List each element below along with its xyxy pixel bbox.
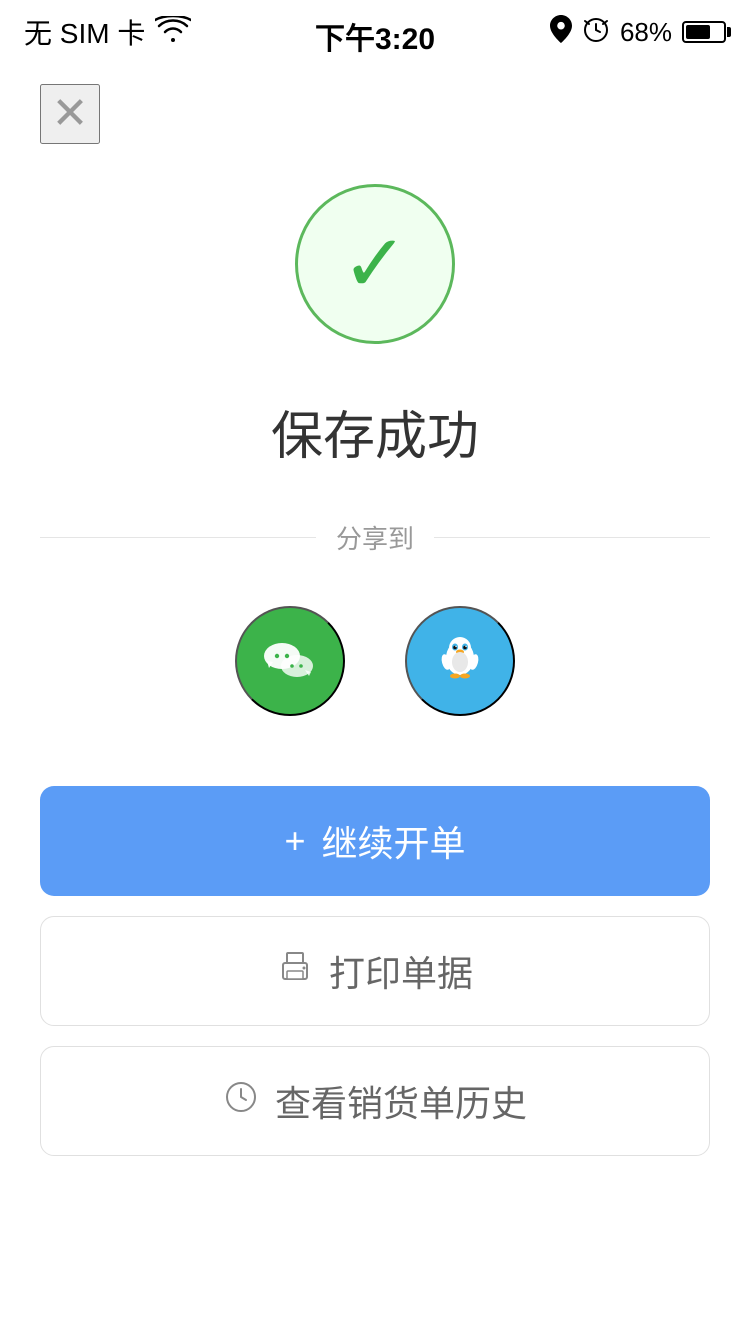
main-content: ✕ ✓ 保存成功 分享到 (0, 64, 750, 1196)
checkmark-icon: ✓ (341, 224, 408, 304)
plus-icon: + (284, 820, 305, 862)
status-bar: 无 SIM 卡 下午3:20 68% (0, 0, 750, 64)
alarm-icon (582, 15, 610, 50)
print-button[interactable]: 打印单据 (40, 916, 710, 1026)
share-divider: 分享到 (40, 519, 710, 556)
status-left: 无 SIM 卡 (24, 12, 191, 52)
continue-order-button[interactable]: + 继续开单 (40, 786, 710, 896)
success-icon-circle: ✓ (295, 184, 455, 344)
carrier-text: 无 SIM 卡 (24, 12, 145, 52)
battery-icon (682, 21, 726, 43)
status-right: 68% (550, 15, 726, 50)
history-icon (223, 1079, 259, 1124)
action-buttons: + 继续开单 打印单据 查看销货单历史 (40, 786, 710, 1156)
history-label: 查看销货单历史 (275, 1075, 527, 1127)
wifi-icon (155, 16, 191, 49)
divider-left (40, 537, 316, 538)
share-label: 分享到 (336, 519, 414, 556)
printer-icon (277, 949, 313, 994)
battery-percent: 68% (620, 17, 672, 48)
close-button[interactable]: ✕ (40, 84, 100, 144)
wechat-icon (259, 630, 321, 692)
qq-share-button[interactable] (405, 606, 515, 716)
success-title: 保存成功 (271, 394, 479, 469)
close-icon: ✕ (52, 92, 89, 136)
continue-order-label: 继续开单 (322, 815, 466, 867)
print-label: 打印单据 (329, 945, 473, 997)
share-icons-row (235, 606, 515, 716)
wechat-share-button[interactable] (235, 606, 345, 716)
history-button[interactable]: 查看销货单历史 (40, 1046, 710, 1156)
location-icon (550, 15, 572, 50)
qq-icon (429, 630, 491, 692)
status-time: 下午3:20 (315, 14, 435, 58)
divider-right (434, 537, 710, 538)
